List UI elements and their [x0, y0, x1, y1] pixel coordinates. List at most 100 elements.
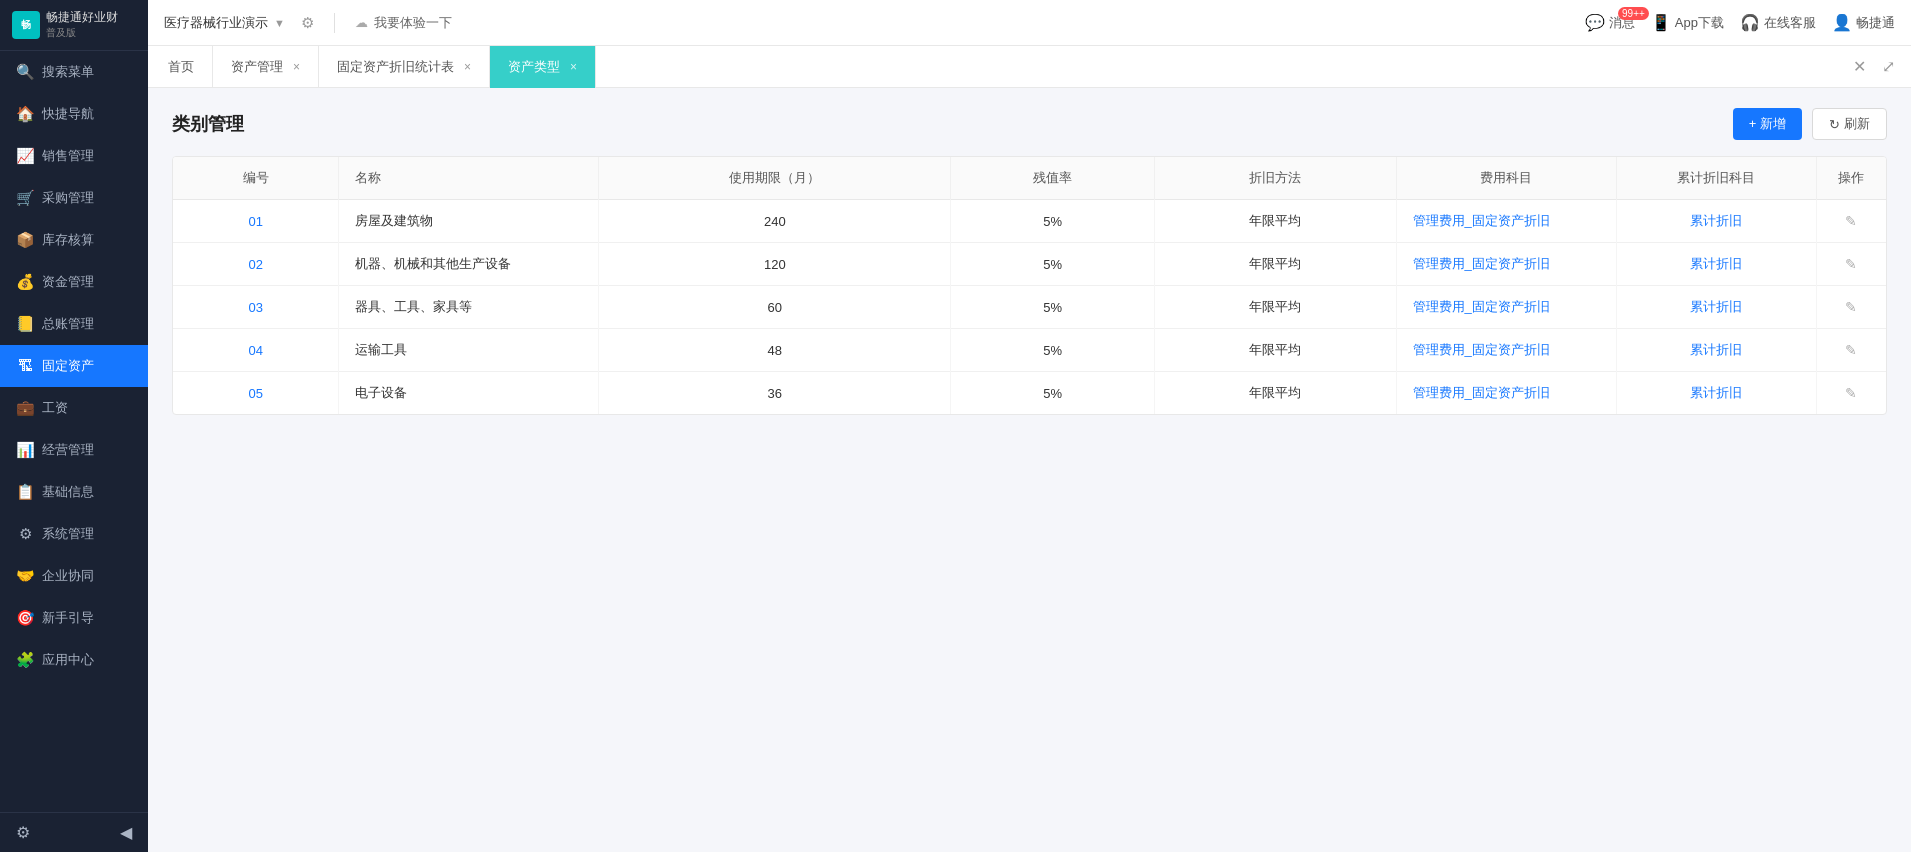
project-selector[interactable]: 医疗器械行业演示 ▼	[164, 14, 285, 32]
cell-accum-0: 累计折旧	[1616, 200, 1816, 243]
topbar-settings-icon[interactable]: ⚙	[301, 14, 314, 32]
logo-icon: 畅	[12, 11, 40, 39]
refresh-button[interactable]: ↻ 刷新	[1812, 108, 1887, 140]
cell-accum-2: 累计折旧	[1616, 286, 1816, 329]
message-action[interactable]: 💬 消息 99+	[1585, 13, 1635, 32]
table-header: 编号 名称 使用期限（月） 残值率 折旧方法 费用科目 累计折旧科目 操作	[173, 157, 1886, 200]
system-icon: ⚙	[16, 525, 34, 543]
tab-asset-mgmt-close[interactable]: ×	[293, 60, 300, 74]
sidebar-item-basic[interactable]: 📋 基础信息	[0, 471, 148, 513]
sidebar-item-guide[interactable]: 🎯 新手引导	[0, 597, 148, 639]
sidebar-item-apps[interactable]: 🧩 应用中心	[0, 639, 148, 681]
basic-icon: 📋	[16, 483, 34, 501]
cell-method-0: 年限平均	[1155, 200, 1396, 243]
cell-name-2: 器具、工具、家具等	[339, 286, 599, 329]
table-row: 03 器具、工具、家具等 60 5% 年限平均 管理费用_固定资产折旧 累计折旧…	[173, 286, 1886, 329]
col-id: 编号	[173, 157, 339, 200]
support-icon: 🎧	[1740, 13, 1760, 32]
cell-action-0[interactable]: ✎	[1816, 200, 1886, 243]
cell-residual-0: 5%	[951, 200, 1155, 243]
sidebar-label-purchase: 采购管理	[42, 189, 132, 207]
tab-bar-controls: ✕ ⤢	[1849, 53, 1911, 80]
cell-name-0: 房屋及建筑物	[339, 200, 599, 243]
cell-action-1[interactable]: ✎	[1816, 243, 1886, 286]
sidebar-item-business[interactable]: 📊 经营管理	[0, 429, 148, 471]
logo-subtitle: 普及版	[46, 26, 118, 40]
edit-icon-1[interactable]: ✎	[1845, 256, 1857, 272]
tab-close-all-icon[interactable]: ✕	[1849, 53, 1870, 80]
sidebar-item-sales[interactable]: 📈 销售管理	[0, 135, 148, 177]
cell-action-4[interactable]: ✎	[1816, 372, 1886, 415]
sidebar-item-purchase[interactable]: 🛒 采购管理	[0, 177, 148, 219]
page-content: 类别管理 + 新增 ↻ 刷新 编号 名称 使用期限（月） 残值率 折旧方法	[148, 88, 1911, 852]
logo-title: 畅捷通好业财	[46, 10, 118, 26]
refresh-label: 刷新	[1844, 115, 1870, 133]
sidebar-label-business: 经营管理	[42, 441, 132, 459]
tab-asset-mgmt[interactable]: 资产管理 ×	[213, 46, 319, 88]
app-download-label: App下载	[1675, 14, 1724, 32]
cell-months-2: 60	[599, 286, 951, 329]
sidebar-label-capital: 资金管理	[42, 273, 132, 291]
sidebar-item-ledger[interactable]: 📒 总账管理	[0, 303, 148, 345]
app-download-icon: 📱	[1651, 13, 1671, 32]
sidebar-item-search[interactable]: 🔍 搜索菜单	[0, 51, 148, 93]
sidebar-label-system: 系统管理	[42, 525, 132, 543]
app-download-action[interactable]: 📱 App下载	[1651, 13, 1724, 32]
sidebar-label-search: 搜索菜单	[42, 63, 132, 81]
asset-type-table: 编号 名称 使用期限（月） 残值率 折旧方法 费用科目 累计折旧科目 操作 01…	[172, 156, 1887, 415]
cell-residual-1: 5%	[951, 243, 1155, 286]
cell-id-3: 04	[173, 329, 339, 372]
online-support-action[interactable]: 🎧 在线客服	[1740, 13, 1816, 32]
experience-button[interactable]: ☁ 我要体验一下	[355, 14, 452, 32]
tab-expand-icon[interactable]: ⤢	[1878, 53, 1899, 80]
tab-depreciation-table[interactable]: 固定资产折旧统计表 ×	[319, 46, 490, 88]
cell-action-2[interactable]: ✎	[1816, 286, 1886, 329]
edit-icon-4[interactable]: ✎	[1845, 385, 1857, 401]
cell-method-3: 年限平均	[1155, 329, 1396, 372]
tab-depreciation-close[interactable]: ×	[464, 60, 471, 74]
project-dropdown-arrow: ▼	[274, 17, 285, 29]
topbar-divider	[334, 13, 335, 33]
cell-id-2: 03	[173, 286, 339, 329]
message-badge: 99+	[1618, 7, 1649, 20]
settings-icon[interactable]: ⚙	[16, 823, 30, 842]
sidebar-item-quicknav[interactable]: 🏠 快捷导航	[0, 93, 148, 135]
tab-asset-type-label: 资产类型	[508, 58, 560, 76]
cloud-icon: ☁	[355, 15, 368, 30]
add-button[interactable]: + 新增	[1733, 108, 1802, 140]
cell-method-1: 年限平均	[1155, 243, 1396, 286]
col-method: 折旧方法	[1155, 157, 1396, 200]
tab-depreciation-label: 固定资产折旧统计表	[337, 58, 454, 76]
experience-label: 我要体验一下	[374, 14, 452, 32]
tab-asset-type[interactable]: 资产类型 ×	[490, 46, 596, 88]
edit-icon-3[interactable]: ✎	[1845, 342, 1857, 358]
cell-name-1: 机器、机械和其他生产设备	[339, 243, 599, 286]
sidebar-item-fixed[interactable]: 🏗 固定资产	[0, 345, 148, 387]
business-icon: 📊	[16, 441, 34, 459]
sidebar: 畅 畅捷通好业财 普及版 🔍 搜索菜单 🏠 快捷导航 📈 销售管理 🛒 采购管理…	[0, 0, 148, 852]
user-action[interactable]: 👤 畅捷通	[1832, 13, 1895, 32]
col-months: 使用期限（月）	[599, 157, 951, 200]
sidebar-item-system[interactable]: ⚙ 系统管理	[0, 513, 148, 555]
sidebar-label-salary: 工资	[42, 399, 132, 417]
page-actions: + 新增 ↻ 刷新	[1733, 108, 1887, 140]
edit-icon-0[interactable]: ✎	[1845, 213, 1857, 229]
tab-asset-type-close[interactable]: ×	[570, 60, 577, 74]
home-icon: 🏠	[16, 105, 34, 123]
sidebar-item-capital[interactable]: 💰 资金管理	[0, 261, 148, 303]
cell-expense-0: 管理费用_固定资产折旧	[1396, 200, 1616, 243]
cell-action-3[interactable]: ✎	[1816, 329, 1886, 372]
tab-home[interactable]: 首页	[148, 46, 213, 88]
cell-name-3: 运输工具	[339, 329, 599, 372]
sidebar-collapse-icon[interactable]: ◀	[120, 823, 132, 842]
sidebar-item-collab[interactable]: 🤝 企业协同	[0, 555, 148, 597]
tab-asset-mgmt-label: 资产管理	[231, 58, 283, 76]
apps-icon: 🧩	[16, 651, 34, 669]
cell-id-0: 01	[173, 200, 339, 243]
sidebar-item-salary[interactable]: 💼 工资	[0, 387, 148, 429]
edit-icon-2[interactable]: ✎	[1845, 299, 1857, 315]
sidebar-item-inventory[interactable]: 📦 库存核算	[0, 219, 148, 261]
sidebar-label-apps: 应用中心	[42, 651, 132, 669]
page-title: 类别管理	[172, 112, 244, 136]
guide-icon: 🎯	[16, 609, 34, 627]
